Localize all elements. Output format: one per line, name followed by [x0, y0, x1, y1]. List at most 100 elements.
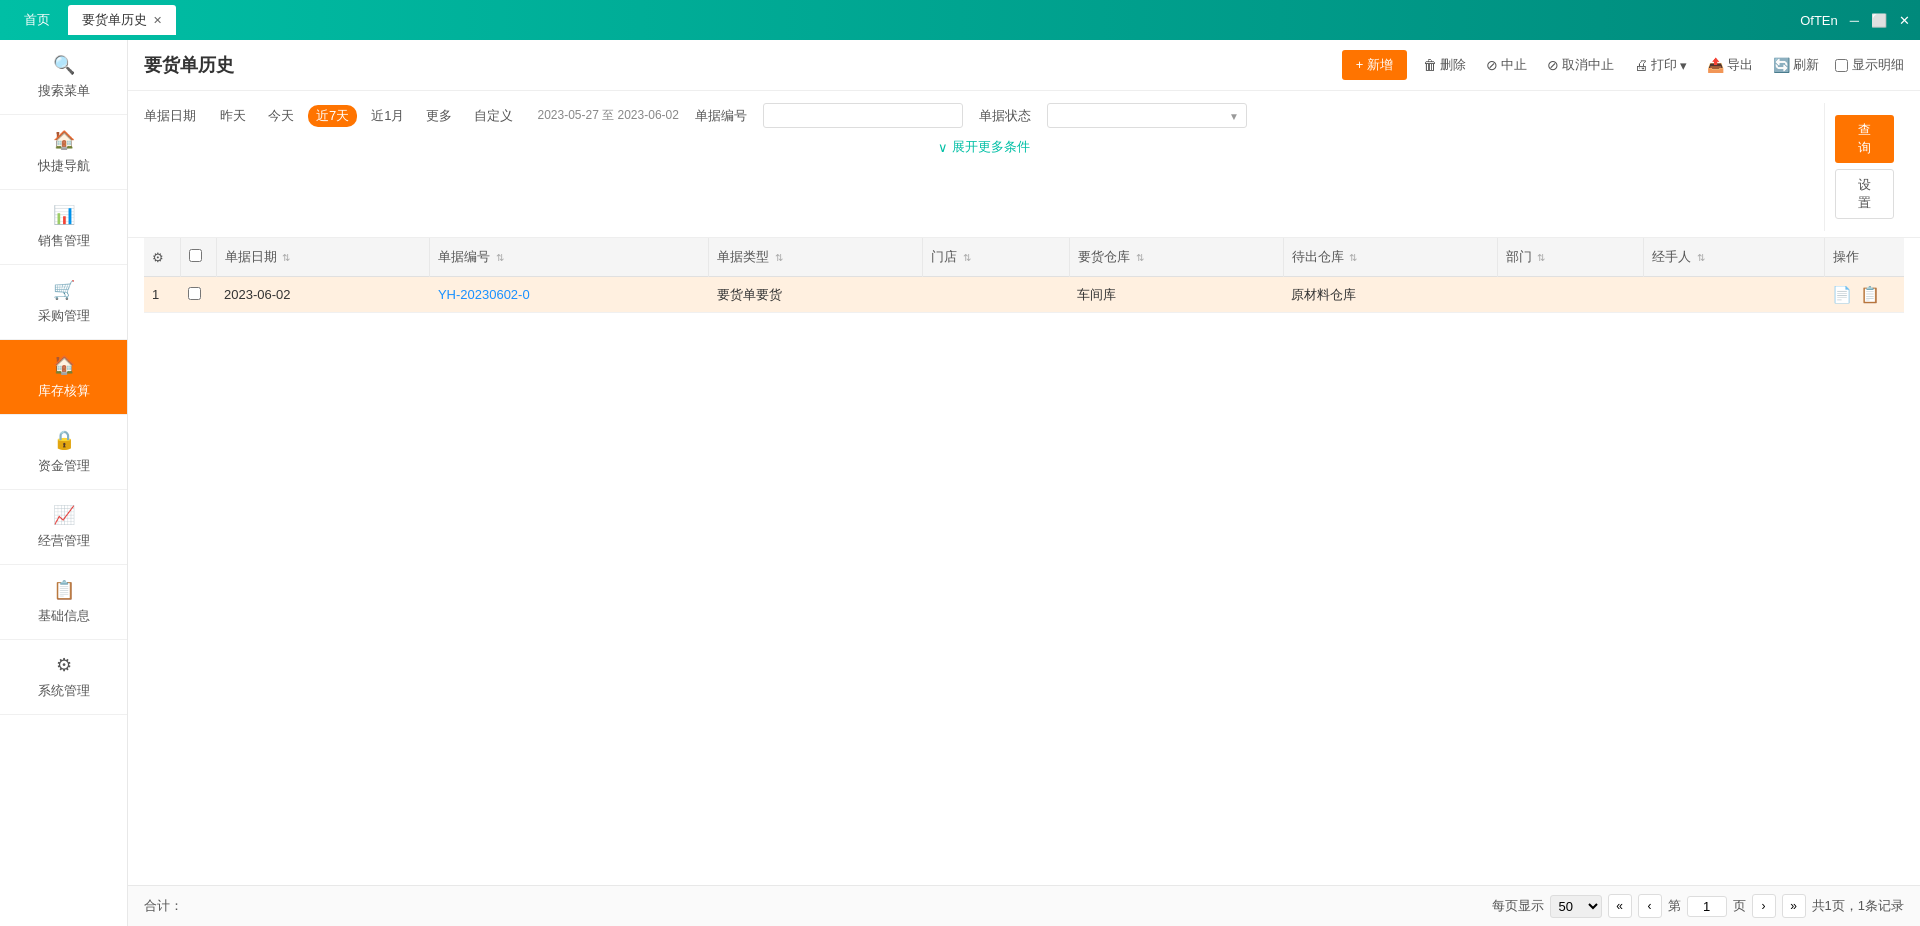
top-bar: 首页 要货单历史 ✕ OfTEn ─ ⬜ ✕ — [0, 0, 1920, 40]
col-doc-type[interactable]: 单据类型 ⇅ — [709, 238, 923, 277]
page-header: 要货单历史 + 新增 🗑 删除 ⊘ 中止 ⊘ 取消中止 🖨 打印 — [128, 40, 1920, 91]
cancel-stop-icon: ⊘ — [1547, 57, 1559, 73]
doc-number-link[interactable]: YH-20230602-0 — [438, 287, 530, 302]
table-header-row: ⚙ 单据日期 ⇅ 单据编号 ⇅ 单据类型 ⇅ 门店 ⇅ 要货仓库 ⇅ 待出仓库 … — [144, 238, 1904, 277]
row-store — [923, 277, 1070, 313]
date-option-custom[interactable]: 自定义 — [466, 105, 521, 127]
expand-more-btn[interactable]: ∨ 展开更多条件 — [144, 134, 1824, 160]
date-option-today[interactable]: 今天 — [260, 105, 302, 127]
filter-area: 单据日期 昨天 今天 近7天 近1月 更多 自定义 2023-05-27 至 2… — [128, 91, 1920, 238]
sidebar-item-sys-mgmt[interactable]: ⚙ 系统管理 — [0, 640, 127, 715]
display-detail-checkbox[interactable] — [1835, 59, 1848, 72]
col-doc-number[interactable]: 单据编号 ⇅ — [430, 238, 709, 277]
stop-button[interactable]: ⊘ 中止 — [1482, 54, 1531, 76]
purchase-mgmt-icon: 🛒 — [53, 279, 75, 301]
export-button[interactable]: 📤 导出 — [1703, 54, 1757, 76]
ops-mgmt-icon: 📈 — [53, 504, 75, 526]
expand-more-icon: ∨ — [938, 140, 948, 155]
doc-number-input[interactable] — [763, 103, 963, 128]
sidebar-item-purchase-mgmt-label: 采购管理 — [38, 307, 90, 325]
last-page-button[interactable]: » — [1782, 894, 1806, 918]
refresh-button[interactable]: 🔄 刷新 — [1769, 54, 1823, 76]
tab-requisition-history[interactable]: 要货单历史 ✕ — [68, 5, 176, 35]
sort-icon-req-warehouse: ⇅ — [1136, 252, 1144, 263]
maximize-icon[interactable]: ⬜ — [1871, 13, 1887, 28]
date-range-display: 2023-05-27 至 2023-06-02 — [537, 107, 678, 124]
window-close-icon[interactable]: ✕ — [1899, 13, 1910, 28]
sort-icon-store: ⇅ — [963, 252, 971, 263]
tab-home[interactable]: 首页 — [10, 5, 64, 35]
sidebar-item-finance-mgmt-label: 资金管理 — [38, 457, 90, 475]
cancel-stop-button[interactable]: ⊘ 取消中止 — [1543, 54, 1618, 76]
per-page-label: 每页显示 — [1492, 897, 1544, 915]
delete-button[interactable]: 🗑 删除 — [1419, 54, 1470, 76]
sidebar-item-purchase-mgmt[interactable]: 🛒 采购管理 — [0, 265, 127, 340]
doc-status-label: 单据状态 — [979, 107, 1031, 125]
col-action: 操作 — [1824, 238, 1904, 277]
add-button[interactable]: + 新增 — [1342, 50, 1407, 80]
sort-icon-dept: ⇅ — [1537, 252, 1545, 263]
row-checkbox[interactable] — [180, 277, 216, 313]
tab-close-icon[interactable]: ✕ — [153, 14, 162, 27]
sidebar-item-finance-mgmt[interactable]: 🔒 资金管理 — [0, 415, 127, 490]
sidebar-item-ops-mgmt[interactable]: 📈 经营管理 — [0, 490, 127, 565]
page-size-select[interactable]: 50 100 200 — [1550, 895, 1602, 918]
quick-nav-icon: 🏠 — [53, 129, 75, 151]
sidebar-item-quick-nav[interactable]: 🏠 快捷导航 — [0, 115, 127, 190]
col-handler[interactable]: 经手人 ⇅ — [1644, 238, 1824, 277]
col-settings[interactable]: ⚙ — [144, 238, 180, 277]
row-select-checkbox[interactable] — [188, 287, 201, 300]
col-pending-warehouse[interactable]: 待出仓库 ⇅ — [1283, 238, 1497, 277]
first-page-button[interactable]: « — [1608, 894, 1632, 918]
stop-icon: ⊘ — [1486, 57, 1498, 73]
data-table: ⚙ 单据日期 ⇅ 单据编号 ⇅ 单据类型 ⇅ 门店 ⇅ 要货仓库 ⇅ 待出仓库 … — [144, 238, 1904, 313]
sidebar-item-sales-mgmt[interactable]: 📊 销售管理 — [0, 190, 127, 265]
col-doc-date[interactable]: 单据日期 ⇅ — [216, 238, 430, 277]
prev-page-button[interactable]: ‹ — [1638, 894, 1662, 918]
doc-status-select[interactable] — [1047, 103, 1247, 128]
next-page-button[interactable]: › — [1752, 894, 1776, 918]
col-req-warehouse[interactable]: 要货仓库 ⇅ — [1069, 238, 1283, 277]
minimize-icon[interactable]: ─ — [1850, 13, 1859, 28]
sidebar-item-base-info[interactable]: 📋 基础信息 — [0, 565, 127, 640]
topbar-right: OfTEn ─ ⬜ ✕ — [1800, 13, 1910, 28]
right-action-panel: 查询 设置 — [1824, 103, 1904, 231]
date-option-7days[interactable]: 近7天 — [308, 105, 357, 127]
delete-label: 删除 — [1440, 56, 1466, 74]
page-number-input[interactable] — [1687, 896, 1727, 917]
doc-status-select-wrapper — [1047, 103, 1247, 128]
date-option-1month[interactable]: 近1月 — [363, 105, 412, 127]
total-label: 合计： — [144, 897, 183, 915]
row-doc-type: 要货单要货 — [709, 277, 923, 313]
view-action-icon[interactable]: 📄 — [1832, 285, 1852, 304]
refresh-label: 刷新 — [1793, 56, 1819, 74]
date-option-yesterday[interactable]: 昨天 — [212, 105, 254, 127]
finance-mgmt-icon: 🔒 — [53, 429, 75, 451]
print-label: 打印 — [1651, 56, 1677, 74]
row-doc-number[interactable]: YH-20230602-0 — [430, 277, 709, 313]
table-row: 1 2023-06-02 YH-20230602-0 要货单要货 车间库 原材料… — [144, 277, 1904, 313]
inventory-icon: 🏠 — [53, 354, 75, 376]
select-all-checkbox[interactable] — [189, 249, 202, 262]
sidebar-item-inventory[interactable]: 🏠 库存核算 — [0, 340, 127, 415]
pagination: 每页显示 50 100 200 « ‹ 第 页 › » 共1页，1条记录 — [1492, 894, 1904, 918]
col-store[interactable]: 门店 ⇅ — [923, 238, 1070, 277]
delete-icon: 🗑 — [1423, 57, 1437, 73]
sort-icon-doc-number: ⇅ — [496, 252, 504, 263]
display-detail-toggle[interactable]: 显示明细 — [1835, 56, 1904, 74]
sidebar-item-sys-mgmt-label: 系统管理 — [38, 682, 90, 700]
sidebar-item-quick-nav-label: 快捷导航 — [38, 157, 90, 175]
row-handler — [1644, 277, 1824, 313]
base-info-icon: 📋 — [53, 579, 75, 601]
date-option-more[interactable]: 更多 — [418, 105, 460, 127]
content-area: 要货单历史 + 新增 🗑 删除 ⊘ 中止 ⊘ 取消中止 🖨 打印 — [128, 40, 1920, 926]
query-button[interactable]: 查询 — [1835, 115, 1894, 163]
print-dropdown-icon: ▾ — [1680, 58, 1687, 73]
sales-mgmt-icon: 📊 — [53, 204, 75, 226]
print-button[interactable]: 🖨 打印 ▾ — [1630, 54, 1691, 76]
settings-button[interactable]: 设置 — [1835, 169, 1894, 219]
col-dept[interactable]: 部门 ⇅ — [1497, 238, 1644, 277]
edit-action-icon[interactable]: 📋 — [1860, 285, 1880, 304]
print-icon: 🖨 — [1634, 57, 1648, 73]
sidebar-item-search-menu[interactable]: 🔍 搜索菜单 — [0, 40, 127, 115]
